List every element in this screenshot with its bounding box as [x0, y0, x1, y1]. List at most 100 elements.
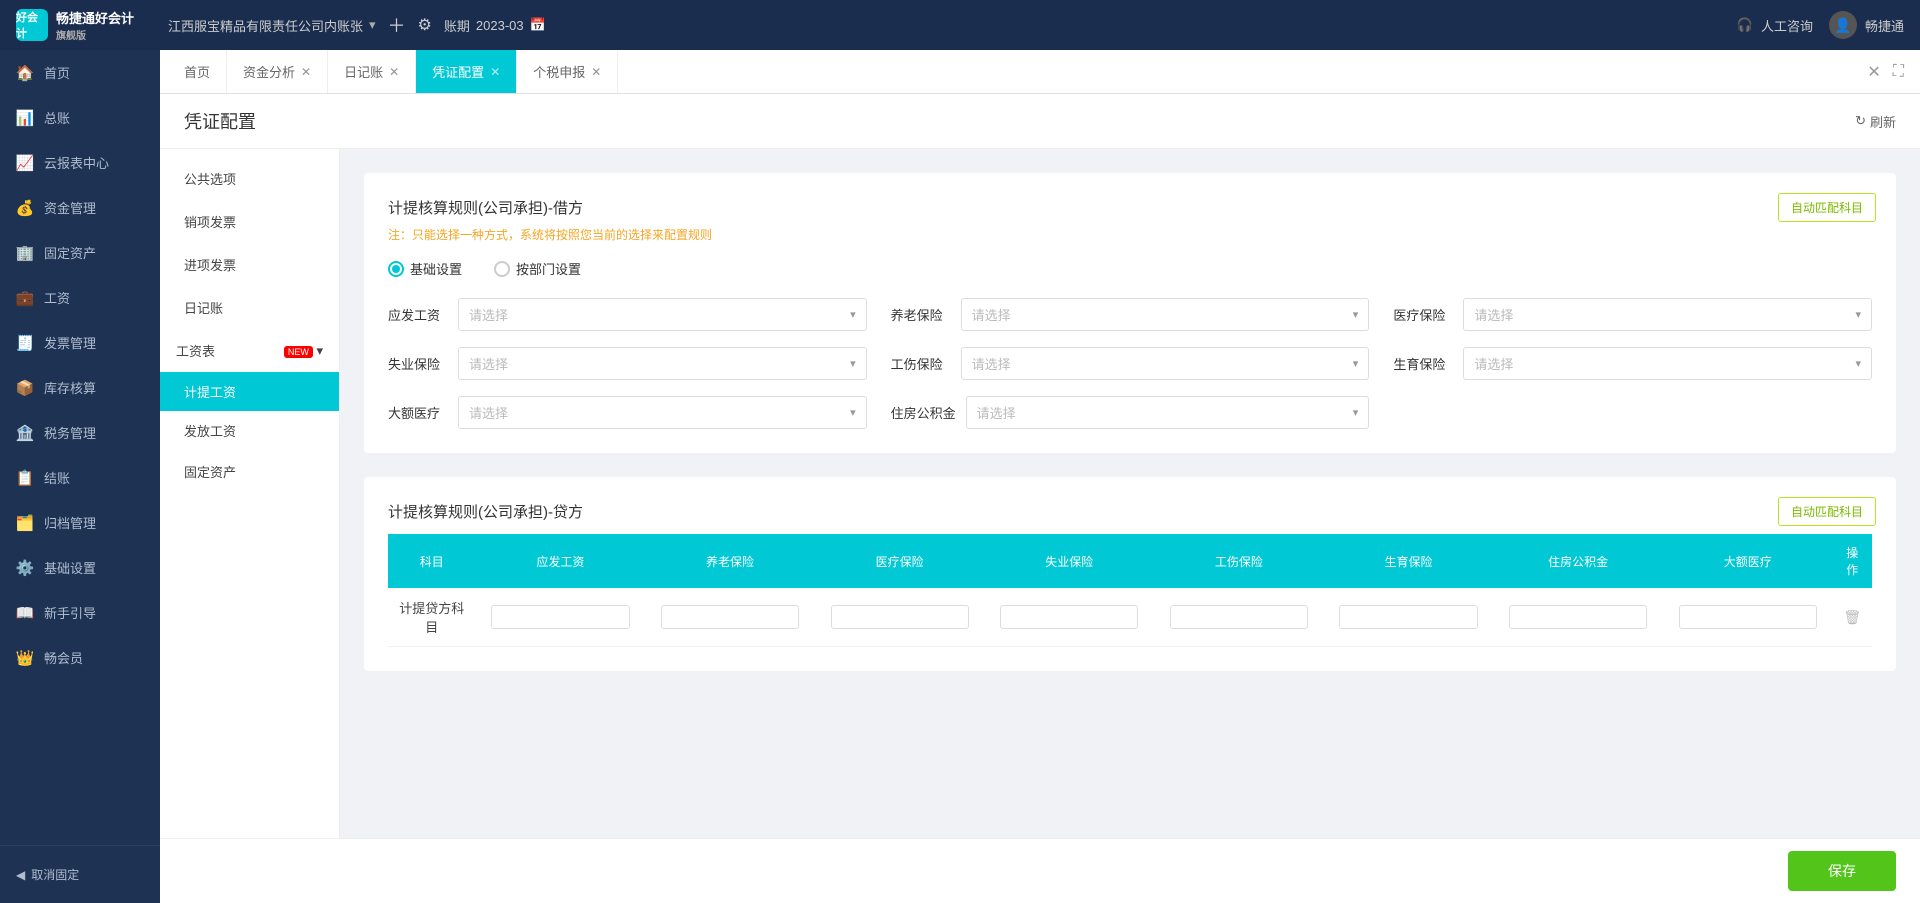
- left-nav-public[interactable]: 公共选项: [160, 157, 339, 200]
- user-profile[interactable]: 👤 畅捷通: [1829, 11, 1904, 39]
- sidebar-item-guide[interactable]: 📖 新手引导: [0, 590, 160, 635]
- select-workinjury[interactable]: 请选择 ▾: [961, 347, 1370, 380]
- delete-row-button[interactable]: 🗑: [1843, 609, 1861, 625]
- tab-tax-filing-close[interactable]: ✕: [591, 65, 601, 79]
- input-pension[interactable]: [661, 605, 799, 629]
- radio-basic-label: 基础设置: [410, 259, 462, 278]
- radio-department-setting[interactable]: 按部门设置: [494, 259, 581, 278]
- cell-major-medical[interactable]: [1663, 588, 1833, 647]
- left-nav-payroll-table[interactable]: 工资表 NEW ▾: [160, 329, 339, 372]
- left-nav-payroll-accrual[interactable]: 计提工资: [160, 372, 339, 411]
- settings-button[interactable]: ⚙: [418, 15, 432, 35]
- period-label: 账期: [444, 16, 470, 35]
- input-housing-fund[interactable]: [1509, 605, 1647, 629]
- left-nav-payroll-distribution[interactable]: 发放工资: [160, 411, 339, 450]
- cell-pension[interactable]: [645, 588, 815, 647]
- top-bar-actions: 🎧 人工咨询 👤 畅捷通: [1737, 11, 1904, 39]
- left-nav-fixed-assets[interactable]: 固定资产: [160, 450, 339, 493]
- calendar-icon[interactable]: 📅: [530, 17, 546, 33]
- close-window-button[interactable]: ✕: [1867, 62, 1880, 82]
- app-version: 旗舰版: [56, 27, 134, 42]
- save-button[interactable]: 保存: [1788, 851, 1896, 891]
- sidebar-label-invoice: 发票管理: [44, 333, 96, 352]
- tab-home-label: 首页: [184, 62, 210, 81]
- radio-basic-circle: [388, 261, 404, 277]
- cell-gross-salary[interactable]: [476, 588, 646, 647]
- company-name: 江西服宝精品有限责任公司内账张: [168, 16, 363, 35]
- sidebar-item-settings[interactable]: ⚙️ 基础设置: [0, 545, 160, 590]
- debit-section: 计提核算规则(公司承担)-借方 注：只能选择一种方式，系统将按照您当前的选择来配…: [364, 173, 1896, 453]
- col-housing-fund: 住房公积金: [1493, 534, 1663, 588]
- tab-voucher-config[interactable]: 凭证配置 ✕: [416, 50, 517, 93]
- tab-home[interactable]: 首页: [168, 50, 227, 93]
- cell-housing-fund[interactable]: [1493, 588, 1663, 647]
- select-housing-fund[interactable]: 请选择 ▾: [966, 396, 1370, 429]
- tab-journal[interactable]: 日记账 ✕: [328, 50, 416, 93]
- left-nav-purchase-invoice[interactable]: 进项发票: [160, 243, 339, 286]
- left-nav-sales-invoice[interactable]: 销项发票: [160, 200, 339, 243]
- tab-finance-analysis[interactable]: 资金分析 ✕: [227, 50, 328, 93]
- form-item-major-medical: 大额医疗 请选择 ▾: [388, 396, 867, 429]
- select-medical[interactable]: 请选择 ▾: [1463, 298, 1872, 331]
- input-major-medical[interactable]: [1679, 605, 1817, 629]
- input-workinjury[interactable]: [1170, 605, 1308, 629]
- refresh-button[interactable]: ↻ 刷新: [1855, 112, 1896, 131]
- select-major-medical[interactable]: 请选择 ▾: [458, 396, 867, 429]
- sidebar-item-home[interactable]: 🏠 首页: [0, 50, 160, 95]
- label-pension: 养老保险: [891, 305, 951, 324]
- cancel-fixed-label: 取消固定: [31, 866, 79, 883]
- sidebar-item-archive[interactable]: 🗂️ 归档管理: [0, 500, 160, 545]
- input-gross-salary[interactable]: [491, 605, 629, 629]
- select-maternity[interactable]: 请选择 ▾: [1463, 347, 1872, 380]
- form-item-pension: 养老保险 请选择 ▾: [891, 298, 1370, 331]
- credit-auto-match-button[interactable]: 自动匹配科目: [1778, 497, 1876, 526]
- tab-voucher-config-close[interactable]: ✕: [490, 65, 500, 79]
- sidebar-item-inventory[interactable]: 📦 库存核算: [0, 365, 160, 410]
- maximize-window-button[interactable]: ⛶: [1893, 63, 1904, 81]
- radio-basic-setting[interactable]: 基础设置: [388, 259, 462, 278]
- debit-auto-match-button[interactable]: 自动匹配科目: [1778, 193, 1876, 222]
- cell-unemployment[interactable]: [984, 588, 1154, 647]
- cell-maternity[interactable]: [1324, 588, 1494, 647]
- select-pension[interactable]: 请选择 ▾: [961, 298, 1370, 331]
- cell-medical[interactable]: [815, 588, 985, 647]
- sidebar-item-assets[interactable]: 🏢 固定资产: [0, 230, 160, 275]
- sidebar-item-invoice[interactable]: 🧾 发票管理: [0, 320, 160, 365]
- sidebar-item-reports[interactable]: 📈 云报表中心: [0, 140, 160, 185]
- select-gross-salary[interactable]: 请选择 ▾: [458, 298, 867, 331]
- company-selector[interactable]: 江西服宝精品有限责任公司内账张 ▾: [168, 16, 376, 35]
- radio-dept-circle: [494, 261, 510, 277]
- ai-consult[interactable]: 🎧 人工咨询: [1737, 16, 1813, 35]
- sidebar-label-tax: 税务管理: [44, 423, 96, 442]
- sidebar-item-finance[interactable]: 💰 资金管理: [0, 185, 160, 230]
- sidebar-label-closing: 结账: [44, 468, 70, 487]
- cell-workinjury[interactable]: [1154, 588, 1324, 647]
- select-unemployment[interactable]: 请选择 ▾: [458, 347, 867, 380]
- sidebar-item-tax[interactable]: 🏦 税务管理: [0, 410, 160, 455]
- left-nav-journal[interactable]: 日记账: [160, 286, 339, 329]
- input-unemployment[interactable]: [1000, 605, 1138, 629]
- cancel-fixed-button[interactable]: ◀ 取消固定: [0, 856, 160, 893]
- input-maternity[interactable]: [1339, 605, 1477, 629]
- sidebar-item-closing[interactable]: 📋 结账: [0, 455, 160, 500]
- sidebar-item-vip[interactable]: 👑 畅会员: [0, 635, 160, 680]
- sidebar: 🏠 首页 📊 总账 📈 云报表中心 💰 资金管理 🏢 固定资产 💼 工资 🧾 发…: [0, 50, 160, 903]
- table-header-row: 科目 应发工资 养老保险 医疗保险 失业保险 工伤保险 生育保险 住房公积金 大…: [388, 534, 1872, 588]
- debit-section-title: 计提核算规则(公司承担)-借方: [388, 197, 1872, 218]
- arrow-left-icon: ◀: [16, 868, 25, 882]
- ledger-icon: 📊: [16, 109, 34, 127]
- input-medical[interactable]: [831, 605, 969, 629]
- app-name: 畅捷通好会计: [56, 11, 134, 26]
- tab-journal-close[interactable]: ✕: [389, 65, 399, 79]
- sidebar-item-ledger[interactable]: 📊 总账: [0, 95, 160, 140]
- sidebar-item-payroll[interactable]: 💼 工资: [0, 275, 160, 320]
- tab-tax-filing[interactable]: 个税申报 ✕: [517, 50, 618, 93]
- tab-tax-filing-label: 个税申报: [533, 62, 585, 81]
- page-title: 凭证配置: [184, 108, 256, 134]
- add-button[interactable]: ＋: [388, 12, 406, 38]
- select-maternity-placeholder: 请选择: [1474, 354, 1513, 373]
- cell-action[interactable]: 🗑: [1833, 588, 1872, 647]
- tab-finance-analysis-close[interactable]: ✕: [301, 65, 311, 79]
- form-item-workinjury: 工伤保险 请选择 ▾: [891, 347, 1370, 380]
- row-label: 计提贷方科目: [388, 588, 476, 647]
